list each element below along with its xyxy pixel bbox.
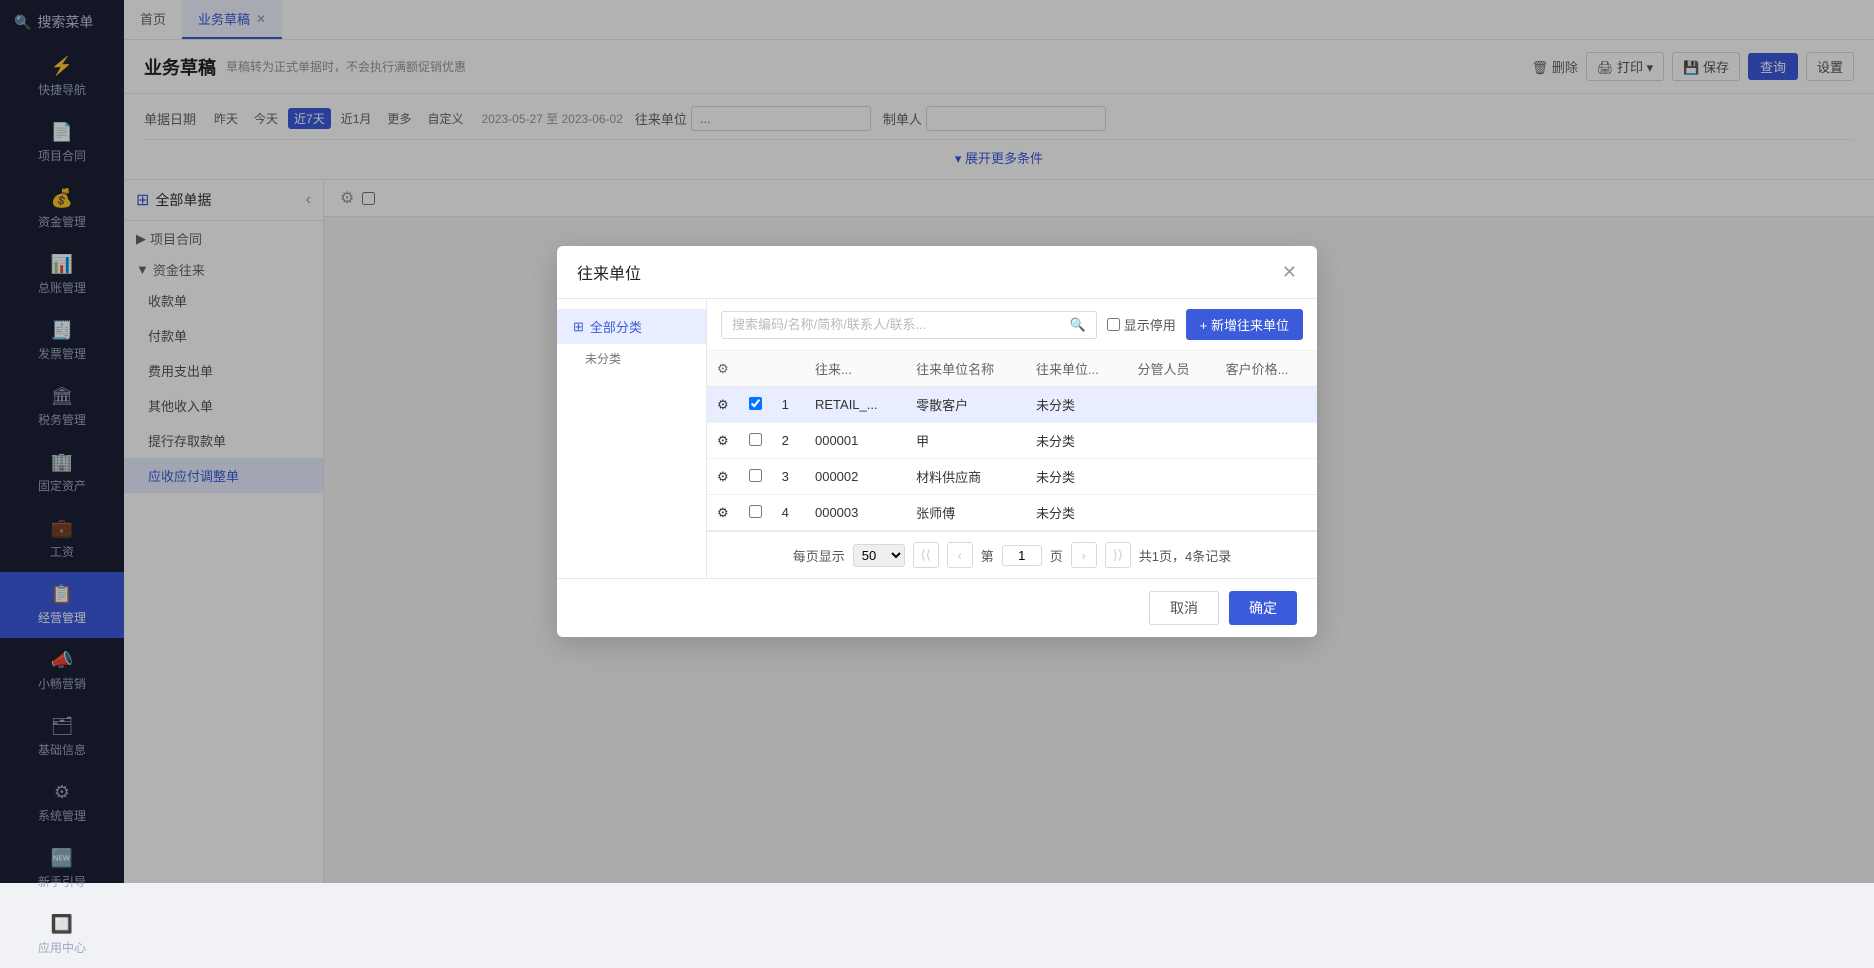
row-settings[interactable]: ⚙ [707, 423, 739, 459]
row-check[interactable] [739, 495, 772, 531]
col-settings[interactable]: ⚙ [707, 351, 739, 387]
row-check[interactable] [739, 459, 772, 495]
page-last-btn[interactable]: ⟩⟩ [1105, 542, 1131, 568]
page-word: 页 [1050, 546, 1063, 565]
dialog-table: ⚙ 往来... 往来单位名称 往来单位... [707, 351, 1317, 531]
per-page-select[interactable]: 50 100 [853, 544, 905, 567]
row-manager [1127, 423, 1215, 459]
row-num: 2 [772, 423, 805, 459]
row-price [1216, 495, 1317, 531]
row-category: 未分类 [1026, 459, 1127, 495]
row-check[interactable] [739, 387, 772, 423]
col-check [739, 351, 772, 387]
page-input[interactable] [1002, 545, 1042, 566]
row-name: 零散客户 [906, 387, 1026, 423]
cancel-label: 取消 [1170, 600, 1198, 616]
col-price[interactable]: 客户价格... [1216, 351, 1317, 387]
row-category: 未分类 [1026, 423, 1127, 459]
dialog-left-all-label: 全部分类 [590, 317, 642, 336]
show-disabled-label[interactable]: 显示停用 [1107, 315, 1176, 334]
dialog-pagination: 每页显示 50 100 ⟨⟨ ‹ 第 页 › ⟩⟩ 共1页，4条记录 [707, 531, 1317, 578]
row-code: RETAIL_... [805, 387, 906, 423]
row-name: 张师傅 [906, 495, 1026, 531]
dialog-search-box[interactable]: 🔍 [721, 311, 1097, 339]
dialog-left-unclassified[interactable]: 未分类 [557, 344, 706, 373]
row-code: 000001 [805, 423, 906, 459]
row-name: 甲 [906, 423, 1026, 459]
row-price [1216, 387, 1317, 423]
row-num: 1 [772, 387, 805, 423]
row-num: 3 [772, 459, 805, 495]
dialog-body: ⊞ 全部分类 未分类 🔍 显示停用 [557, 299, 1317, 578]
row-num: 4 [772, 495, 805, 531]
row-code: 000003 [805, 495, 906, 531]
all-category-icon: ⊞ [573, 319, 584, 335]
modal-overlay: 往来单位 ✕ ⊞ 全部分类 未分类 🔍 [0, 0, 1874, 883]
show-disabled-text: 显示停用 [1124, 315, 1176, 334]
dialog-right-panel: 🔍 显示停用 + 新增往来单位 ⚙ [707, 299, 1317, 578]
row-settings[interactable]: ⚙ [707, 459, 739, 495]
page-prev-btn[interactable]: ‹ [947, 542, 973, 568]
row-price [1216, 459, 1317, 495]
dialog-left-unclassified-label: 未分类 [585, 352, 621, 366]
table-header-row: ⚙ 往来... 往来单位名称 往来单位... [707, 351, 1317, 387]
table-row[interactable]: ⚙ 3 000002 材料供应商 未分类 [707, 459, 1317, 495]
row-category: 未分类 [1026, 387, 1127, 423]
col-code[interactable]: 往来... [805, 351, 906, 387]
col-num [772, 351, 805, 387]
row-name: 材料供应商 [906, 459, 1026, 495]
row-price [1216, 423, 1317, 459]
table-row[interactable]: ⚙ 2 000001 甲 未分类 [707, 423, 1317, 459]
dialog-footer: 取消 确定 [557, 578, 1317, 637]
dialog-header: 往来单位 ✕ [557, 246, 1317, 299]
table-row[interactable]: ⚙ 4 000003 张师傅 未分类 [707, 495, 1317, 531]
sidebar-item-label: 应用中心 [38, 939, 86, 956]
dialog-left-all[interactable]: ⊞ 全部分类 [557, 309, 706, 344]
total-info: 共1页，4条记录 [1139, 546, 1231, 565]
table-row[interactable]: ⚙ 1 RETAIL_... 零散客户 未分类 [707, 387, 1317, 423]
row-category: 未分类 [1026, 495, 1127, 531]
search-icon: 🔍 [1070, 317, 1086, 333]
row-settings[interactable]: ⚙ [707, 495, 739, 531]
cancel-button[interactable]: 取消 [1149, 591, 1219, 625]
dialog-title: 往来单位 [577, 260, 641, 284]
confirm-button[interactable]: 确定 [1229, 591, 1297, 625]
row-code: 000002 [805, 459, 906, 495]
per-page-label: 每页显示 [793, 546, 845, 565]
add-partner-label: + 新增往来单位 [1200, 318, 1289, 333]
add-partner-button[interactable]: + 新增往来单位 [1186, 309, 1303, 340]
col-manager[interactable]: 分管人员 [1127, 351, 1215, 387]
row-check[interactable] [739, 423, 772, 459]
row-settings[interactable]: ⚙ [707, 387, 739, 423]
col-name[interactable]: 往来单位名称 [906, 351, 1026, 387]
row-manager [1127, 387, 1215, 423]
dialog-left-panel: ⊞ 全部分类 未分类 [557, 299, 707, 578]
page-next-btn[interactable]: › [1071, 542, 1097, 568]
dialog-search-input[interactable] [732, 317, 1064, 332]
dialog-toolbar: 🔍 显示停用 + 新增往来单位 [707, 299, 1317, 351]
page-word-first: 第 [981, 546, 994, 565]
row-manager [1127, 495, 1215, 531]
sidebar-item-app-center[interactable]: 🔲 应用中心 [0, 902, 124, 968]
partner-dialog: 往来单位 ✕ ⊞ 全部分类 未分类 🔍 [557, 246, 1317, 637]
show-disabled-checkbox[interactable] [1107, 318, 1120, 331]
confirm-label: 确定 [1249, 600, 1277, 616]
app-center-icon: 🔲 [51, 914, 73, 935]
col-category[interactable]: 往来单位... [1026, 351, 1127, 387]
page-first-btn[interactable]: ⟨⟨ [913, 542, 939, 568]
dialog-close-btn[interactable]: ✕ [1282, 262, 1297, 283]
row-manager [1127, 459, 1215, 495]
